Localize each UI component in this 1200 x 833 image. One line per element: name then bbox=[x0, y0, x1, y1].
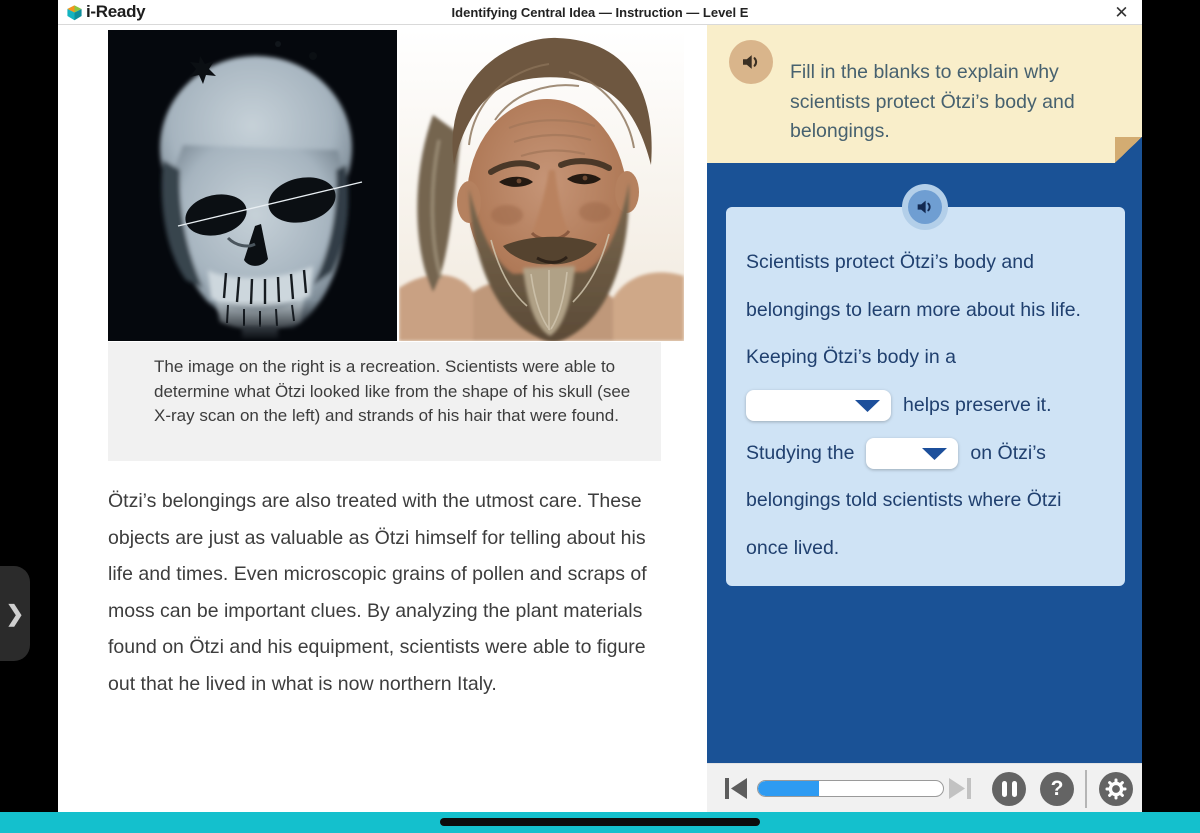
sentence-line: once lived. bbox=[746, 537, 840, 560]
skip-forward-button[interactable] bbox=[948, 777, 972, 800]
sentence-line: Scientists protect Ötzi’s body and bbox=[746, 251, 1034, 273]
skip-back-button[interactable] bbox=[724, 777, 748, 800]
gear-icon bbox=[1105, 778, 1127, 800]
blank-row-1: helps preserve it. bbox=[746, 382, 1125, 430]
sentence-line: Keeping Ötzi’s body in a bbox=[746, 346, 956, 369]
xray-skull-image bbox=[108, 30, 397, 341]
chevron-down-icon bbox=[922, 447, 948, 460]
otzi-recreation-image bbox=[399, 30, 684, 341]
pause-button[interactable] bbox=[992, 772, 1026, 806]
sentence-fragment: Studying the bbox=[746, 441, 855, 464]
lesson-title: Identifying Central Idea — Instruction —… bbox=[451, 5, 749, 20]
divider bbox=[1085, 770, 1087, 808]
speaker-icon bbox=[743, 55, 758, 69]
skip-forward-icon bbox=[949, 778, 971, 799]
blank-dropdown-1[interactable] bbox=[746, 390, 891, 422]
passage-paragraph: Ötzi’s belongings are also treated with … bbox=[108, 490, 647, 695]
home-indicator[interactable] bbox=[440, 818, 760, 826]
pause-icon bbox=[1001, 781, 1007, 797]
chevron-right-icon: ❯ bbox=[5, 600, 25, 626]
progress-fill bbox=[758, 781, 820, 796]
blank-dropdown-2[interactable] bbox=[866, 438, 959, 470]
sentence-audio-button[interactable] bbox=[902, 184, 948, 230]
player-bar: ? bbox=[707, 763, 1142, 812]
app-window: i-Ready Identifying Central Idea — Instr… bbox=[58, 0, 1142, 812]
folded-corner bbox=[1115, 137, 1142, 163]
device-screen: i-Ready Identifying Central Idea — Instr… bbox=[0, 0, 1200, 833]
skip-back-icon bbox=[725, 778, 747, 799]
progress-bar[interactable] bbox=[757, 780, 944, 797]
sentence-card: Scientists protect Ötzi’s body and belon… bbox=[726, 207, 1125, 586]
blank-row-2: Studying the on Ötzi’s bbox=[746, 430, 1125, 478]
reading-pane: The image on the right is a recreation. … bbox=[58, 25, 707, 812]
activity-pane: Fill in the blanks to explain why scient… bbox=[707, 25, 1142, 812]
fill-in-panel: Scientists protect Ötzi’s body and belon… bbox=[707, 163, 1142, 763]
sentence-fragment: on Ötzi’s bbox=[970, 441, 1046, 464]
help-button[interactable]: ? bbox=[1040, 772, 1074, 806]
prompt-text: Fill in the blanks to explain why scient… bbox=[790, 61, 1075, 142]
close-button[interactable]: ✕ bbox=[1109, 0, 1134, 25]
prompt-audio-button[interactable] bbox=[729, 40, 773, 84]
settings-button[interactable] bbox=[1099, 772, 1133, 806]
sentence-fragment: helps preserve it. bbox=[903, 394, 1052, 417]
chevron-down-icon bbox=[855, 399, 880, 412]
speaker-icon bbox=[908, 190, 942, 224]
sentence-line: belongings told scientists where Ötzi bbox=[746, 489, 1062, 512]
photo-row bbox=[108, 30, 684, 341]
sentence-line: belongings to learn more about his life. bbox=[746, 298, 1081, 321]
image-caption: The image on the right is a recreation. … bbox=[108, 342, 661, 461]
top-bar: i-Ready Identifying Central Idea — Instr… bbox=[58, 0, 1142, 25]
panel-expand-tab[interactable]: ❯ bbox=[0, 566, 30, 661]
prompt-note: Fill in the blanks to explain why scient… bbox=[707, 25, 1142, 163]
